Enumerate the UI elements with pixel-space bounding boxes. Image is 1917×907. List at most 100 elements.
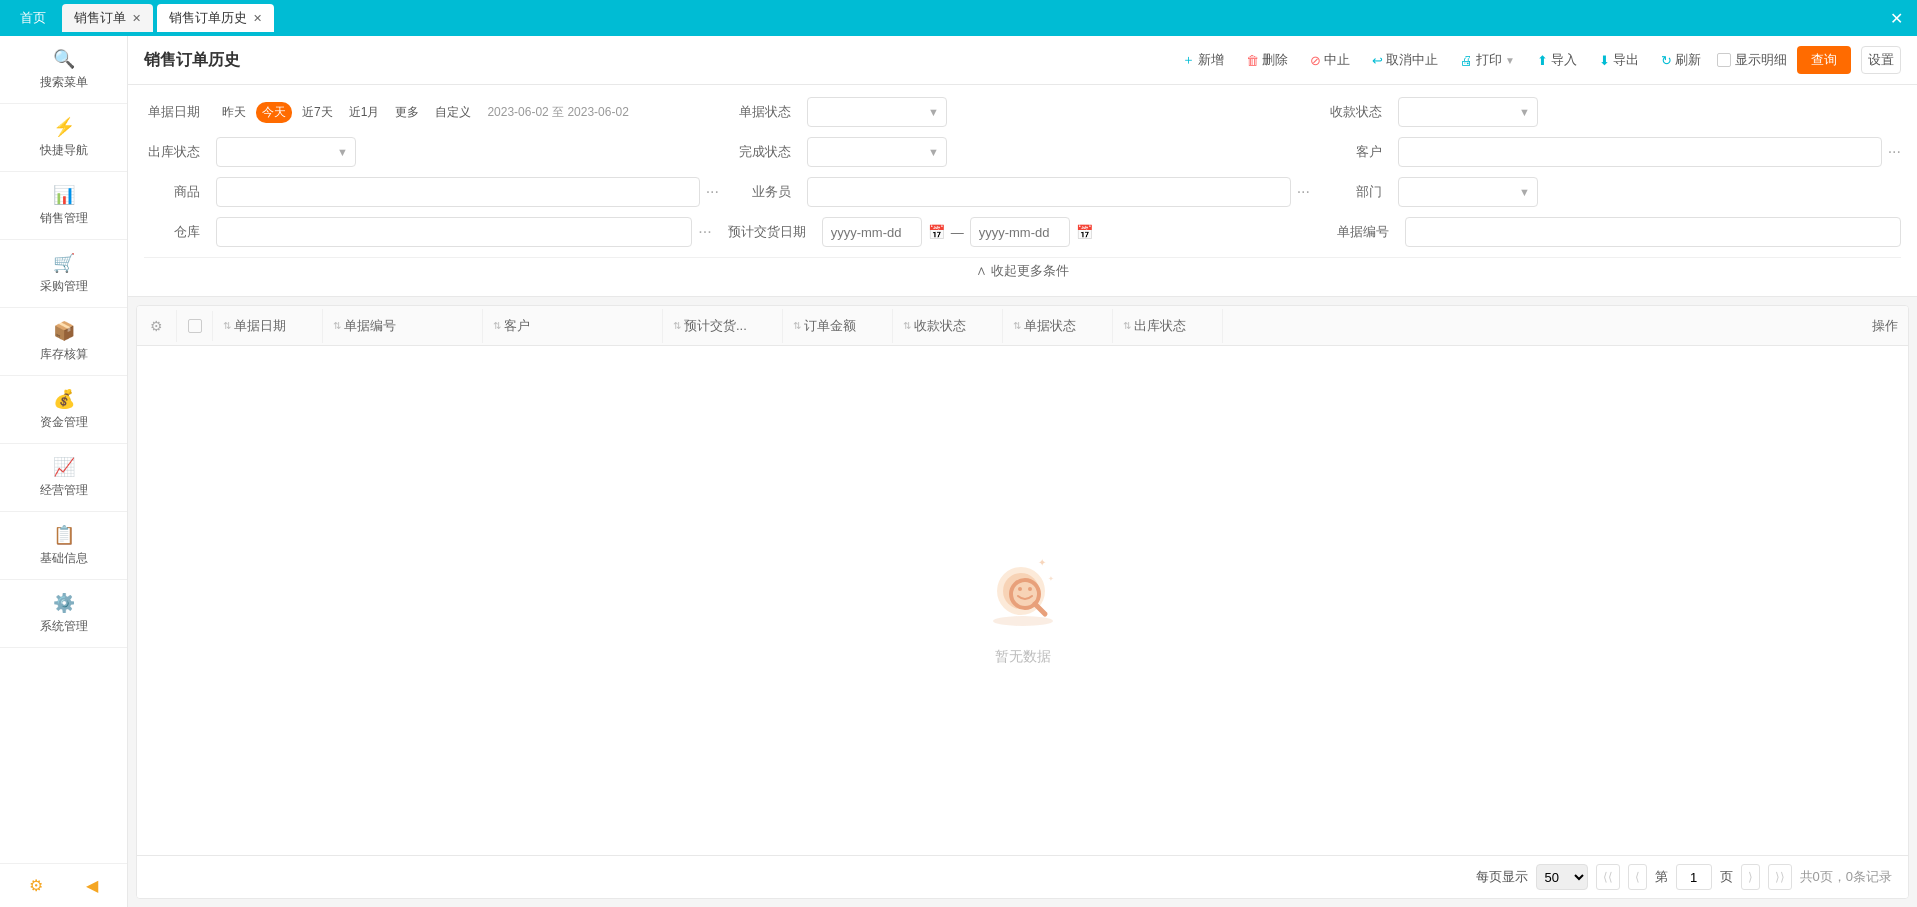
svg-line-3 — [1035, 604, 1045, 614]
th-order-status[interactable]: ⇅ 单据状态 — [1003, 309, 1113, 343]
tab-sales-order-close[interactable]: ✕ — [132, 13, 141, 24]
sort-amount-icon: ⇅ — [793, 320, 801, 331]
th-check[interactable] — [177, 311, 213, 341]
first-page-btn[interactable]: ⟨⟨ — [1596, 864, 1620, 890]
product-input[interactable] — [216, 177, 700, 207]
sidebar-item-purchase-mgmt[interactable]: 🛒 采购管理 — [0, 240, 127, 308]
page-number-input[interactable] — [1676, 864, 1712, 890]
custom-btn[interactable]: 自定义 — [429, 102, 477, 123]
th-customer[interactable]: ⇅ 客户 — [483, 309, 663, 343]
sidebar-item-operation[interactable]: 📈 经营管理 — [0, 444, 127, 512]
settings-button[interactable]: 设置 — [1861, 46, 1901, 74]
gear-icon[interactable]: ⚙ — [150, 318, 163, 334]
out-status-select[interactable] — [216, 137, 356, 167]
th-out-status[interactable]: ⇅ 出库状态 — [1113, 309, 1223, 343]
th-pay-status[interactable]: ⇅ 收款状态 — [893, 309, 1003, 343]
dept-label: 部门 — [1326, 183, 1382, 201]
sidebar-item-inventory[interactable]: 📦 库存核算 — [0, 308, 127, 376]
sidebar-item-sys-mgmt[interactable]: ⚙️ 系统管理 — [0, 580, 127, 648]
page-unit-text: 页 — [1720, 868, 1733, 886]
sort-num-icon: ⇅ — [333, 320, 341, 331]
product-dots[interactable]: ··· — [706, 183, 719, 201]
order-status-select-wrapper: ▼ — [807, 97, 947, 127]
filter-area: 单据日期 昨天 今天 近7天 近1月 更多 自定义 2023-06-02 至 2… — [128, 85, 1917, 297]
sort-delivery-icon: ⇅ — [673, 320, 681, 331]
sidebar-item-finance[interactable]: 💰 资金管理 — [0, 376, 127, 444]
refresh-button[interactable]: ↻ 刷新 — [1655, 47, 1707, 73]
th-date[interactable]: ⇅ 单据日期 — [213, 309, 323, 343]
print-button[interactable]: 🖨 打印 ▼ — [1454, 47, 1521, 73]
more-btn[interactable]: 更多 — [389, 102, 425, 123]
delivery-date-end[interactable] — [970, 217, 1070, 247]
export-icon: ⬇ — [1599, 53, 1610, 68]
main-layout: 🔍 搜索菜单 ⚡ 快捷导航 📊 销售管理 🛒 采购管理 📦 库存核算 💰 资金管… — [0, 36, 1917, 907]
delivery-date-label: 预计交货日期 — [728, 223, 806, 241]
cancel-stop-button[interactable]: ↩ 取消中止 — [1366, 47, 1444, 73]
calendar-start-icon[interactable]: 📅 — [928, 224, 945, 240]
complete-status-field: ▼ — [807, 137, 1310, 167]
yesterday-btn[interactable]: 昨天 — [216, 102, 252, 123]
th-num[interactable]: ⇅ 单据编号 — [323, 309, 483, 343]
svg-point-0 — [993, 616, 1053, 626]
collapse-bar[interactable]: ∧ 收起更多条件 — [144, 257, 1901, 284]
salesman-input[interactable] — [807, 177, 1291, 207]
dept-select[interactable] — [1398, 177, 1538, 207]
filter-row-2: 出库状态 ▼ 完成状态 ▼ — [144, 137, 1901, 167]
sidebar-item-label: 基础信息 — [40, 550, 88, 567]
page-size-label: 每页显示 — [1476, 868, 1528, 886]
new-button[interactable]: ＋ 新增 — [1176, 47, 1230, 73]
next-page-btn[interactable]: ⟩ — [1741, 864, 1760, 890]
tab-sales-history[interactable]: 销售订单历史 ✕ — [157, 4, 274, 32]
import-icon: ⬆ — [1537, 53, 1548, 68]
complete-status-select[interactable] — [807, 137, 947, 167]
pay-status-select[interactable] — [1398, 97, 1538, 127]
tab-sales-history-close[interactable]: ✕ — [253, 13, 262, 24]
th-delivery[interactable]: ⇅ 预计交货... — [663, 309, 783, 343]
export-button[interactable]: ⬇ 导出 — [1593, 47, 1645, 73]
7days-btn[interactable]: 近7天 — [296, 102, 339, 123]
th-setting[interactable]: ⚙ — [137, 310, 177, 342]
page-size-select[interactable]: 10 20 50 100 — [1536, 864, 1588, 890]
refresh-label: 刷新 — [1675, 51, 1701, 69]
th-amount[interactable]: ⇅ 订单金额 — [783, 309, 893, 343]
stop-button[interactable]: ⊘ 中止 — [1304, 47, 1356, 73]
prev-page-btn[interactable]: ⟨ — [1628, 864, 1647, 890]
customer-input[interactable] — [1398, 137, 1882, 167]
order-status-select[interactable] — [807, 97, 947, 127]
finance-icon: 💰 — [53, 388, 75, 410]
last-page-btn[interactable]: ⟩⟩ — [1768, 864, 1792, 890]
import-button[interactable]: ⬆ 导入 — [1531, 47, 1583, 73]
display-checkbox[interactable] — [1717, 53, 1731, 67]
order-num-input[interactable] — [1405, 217, 1901, 247]
delivery-date-start[interactable] — [822, 217, 922, 247]
order-status-field: ▼ — [807, 97, 1310, 127]
tab-home[interactable]: 首页 — [8, 4, 58, 32]
1month-btn[interactable]: 近1月 — [343, 102, 386, 123]
sidebar-item-quick-nav[interactable]: ⚡ 快捷导航 — [0, 104, 127, 172]
sidebar-item-search-menu[interactable]: 🔍 搜索菜单 — [0, 36, 127, 104]
sidebar-item-sales-mgmt[interactable]: 📊 销售管理 — [0, 172, 127, 240]
print-icon: 🖨 — [1460, 53, 1473, 68]
sidebar-item-label: 资金管理 — [40, 414, 88, 431]
calendar-end-icon[interactable]: 📅 — [1076, 224, 1093, 240]
sidebar-settings-icon[interactable]: ⚙ — [29, 876, 43, 895]
warehouse-input[interactable] — [216, 217, 692, 247]
refresh-icon: ↻ — [1661, 53, 1672, 68]
out-status-select-wrapper: ▼ — [216, 137, 356, 167]
tab-sales-order[interactable]: 销售订单 ✕ — [62, 4, 153, 32]
query-button[interactable]: 查询 — [1797, 46, 1851, 74]
salesman-dots[interactable]: ··· — [1297, 183, 1310, 201]
customer-dots[interactable]: ··· — [1888, 143, 1901, 161]
delete-icon: 🗑 — [1246, 53, 1259, 68]
sidebar-item-base-info[interactable]: 📋 基础信息 — [0, 512, 127, 580]
nav-close-button[interactable]: ✕ — [1884, 7, 1909, 30]
display-toggle[interactable]: 显示明细 — [1717, 51, 1787, 69]
quick-nav-icon: ⚡ — [53, 116, 75, 138]
delete-button[interactable]: 🗑 删除 — [1240, 47, 1294, 73]
pay-status-field: ▼ — [1398, 97, 1901, 127]
warehouse-dots[interactable]: ··· — [698, 223, 711, 241]
today-btn[interactable]: 今天 — [256, 102, 292, 123]
sidebar-collapse-icon[interactable]: ◀ — [86, 876, 98, 895]
date-label: 单据日期 — [144, 103, 200, 121]
header-checkbox[interactable] — [188, 319, 202, 333]
